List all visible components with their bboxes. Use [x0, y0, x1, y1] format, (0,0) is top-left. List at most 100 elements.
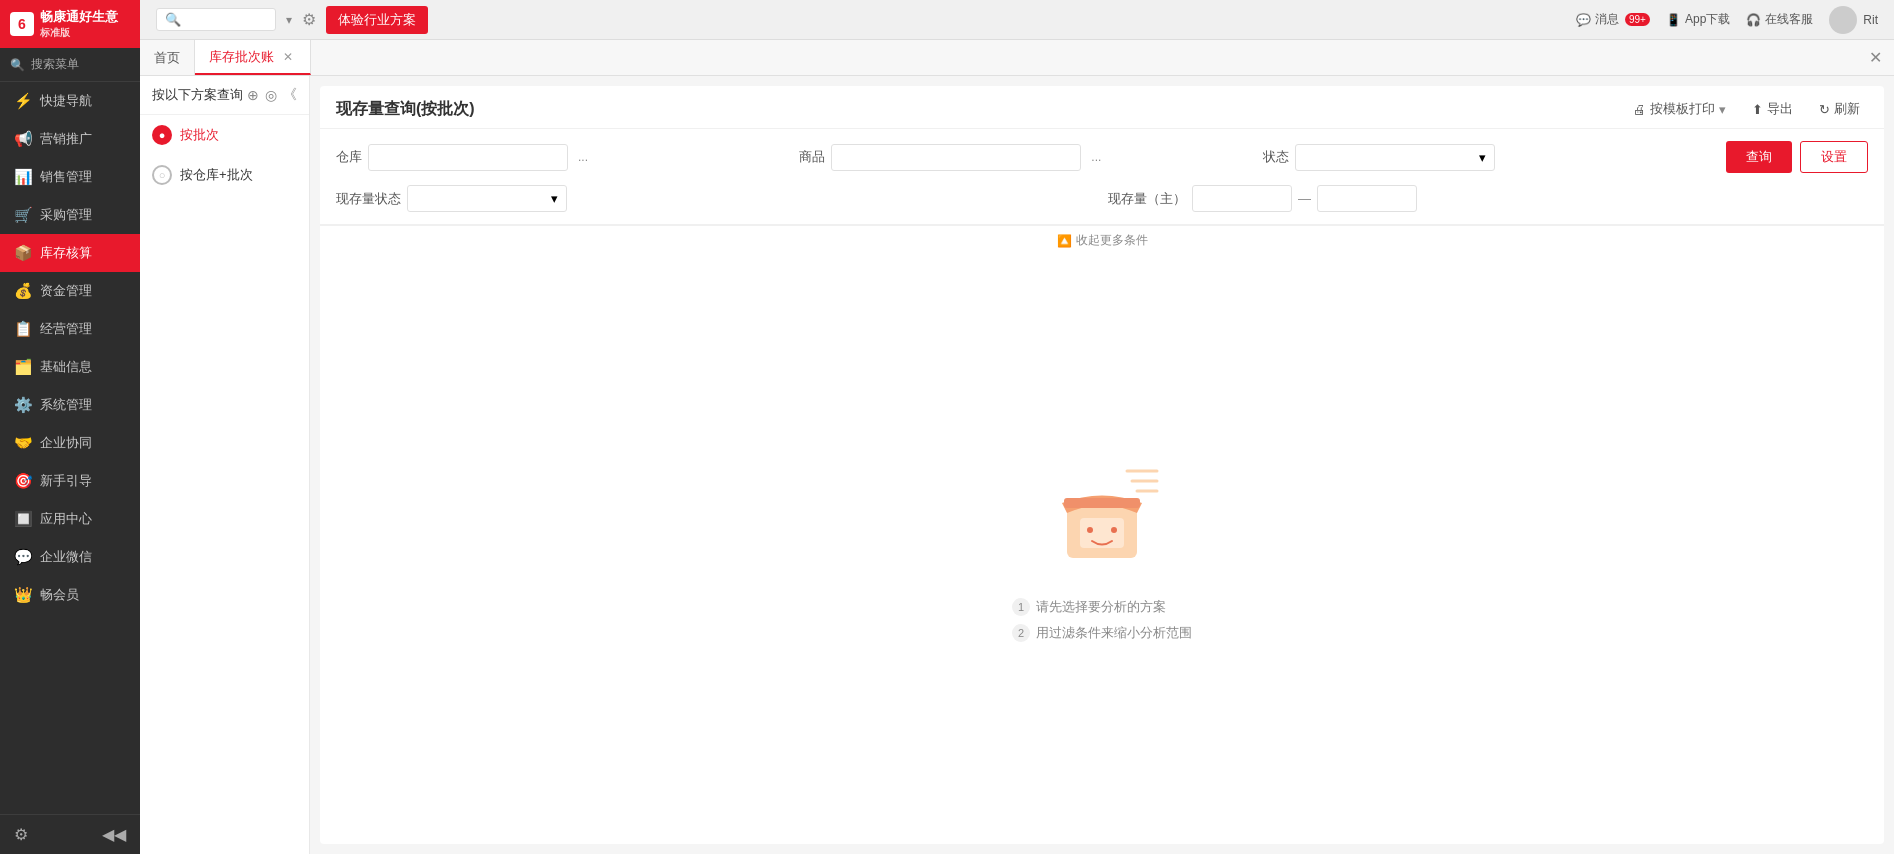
status-dropdown-icon: ▾	[1479, 150, 1486, 165]
export-btn[interactable]: ⬆ 导出	[1744, 96, 1801, 122]
print-label: 按模板打印	[1650, 100, 1715, 118]
print-btn[interactable]: 🖨 按模板打印 ▾	[1625, 96, 1734, 122]
sidebar-item-purchase[interactable]: 🛒 采购管理	[0, 196, 140, 234]
sidebar-item-label: 畅会员	[40, 586, 79, 604]
sidebar-item-marketing[interactable]: 📢 营销推广	[0, 120, 140, 158]
experience-btn[interactable]: 体验行业方案	[326, 6, 428, 34]
purchase-icon: 🛒	[14, 206, 32, 224]
sidebar-item-sales[interactable]: 📊 销售管理	[0, 158, 140, 196]
sidebar-item-basic[interactable]: 🗂️ 基础信息	[0, 348, 140, 386]
page-content: 按以下方案查询 ⊕ ◎ 《 ● 按批次 ○ 按仓库+批次 现存量查询(按批次)	[140, 76, 1894, 854]
filter-action-buttons: 查询 设置	[1726, 141, 1868, 173]
sidebar-item-newbie[interactable]: 🎯 新手引导	[0, 462, 140, 500]
refresh-btn[interactable]: ↻ 刷新	[1811, 96, 1868, 122]
refresh-icon: ↻	[1819, 102, 1830, 117]
tip-text-2: 用过滤条件来缩小分析范围	[1036, 624, 1192, 642]
tab-batch-account[interactable]: 库存批次账 ✕	[195, 40, 311, 75]
sidebar-nav: ⚡ 快捷导航 📢 营销推广 📊 销售管理 🛒 采购管理 📦 库存核算 💰 资金管…	[0, 82, 140, 814]
basic-icon: 🗂️	[14, 358, 32, 376]
messages-label: 消息	[1595, 11, 1619, 28]
sidebar-header: 6 畅康通好生意 标准版	[0, 0, 140, 48]
sidebar-item-member[interactable]: 👑 畅会员	[0, 576, 140, 614]
tab-home[interactable]: 首页	[140, 40, 195, 75]
enterprise-icon: 🤝	[14, 434, 32, 452]
sidebar-item-label: 资金管理	[40, 282, 92, 300]
inventory-amount-min[interactable]	[1192, 185, 1292, 212]
product-more-btn[interactable]: ...	[1087, 150, 1105, 164]
tip-num-2: 2	[1012, 624, 1030, 642]
message-icon: 💬	[1576, 13, 1591, 27]
collapse-bar[interactable]: 🔼 收起更多条件	[320, 225, 1884, 255]
app-download-label: App下载	[1685, 11, 1730, 28]
product-label: 商品	[799, 148, 825, 166]
sidebar-item-label: 基础信息	[40, 358, 92, 376]
wechat-icon: 💬	[14, 548, 32, 566]
sidebar-item-finance[interactable]: 💰 资金管理	[0, 272, 140, 310]
topbar-gear-icon[interactable]: ⚙	[302, 10, 316, 29]
tab-bar: 首页 库存批次账 ✕ ✕	[140, 40, 1894, 76]
tab-home-label: 首页	[154, 49, 180, 67]
warehouse-input[interactable]	[368, 144, 568, 171]
topbar-search-input[interactable]	[187, 13, 267, 27]
messages-btn[interactable]: 💬 消息 99+	[1576, 11, 1650, 28]
empty-state: 1 请先选择要分析的方案 2 用过滤条件来缩小分析范围	[320, 255, 1884, 844]
tab-close-all-icon[interactable]: ✕	[1857, 48, 1894, 67]
sidebar-search-label: 搜索菜单	[31, 56, 79, 73]
query-btn[interactable]: 查询	[1726, 141, 1792, 173]
topbar-dropdown-icon[interactable]: ▾	[286, 13, 292, 27]
sidebar-item-label: 企业协同	[40, 434, 92, 452]
solution-by-warehouse-batch[interactable]: ○ 按仓库+批次	[140, 155, 309, 195]
settings-footer-icon[interactable]: ⚙	[14, 825, 28, 844]
sidebar-item-system[interactable]: ⚙️ 系统管理	[0, 386, 140, 424]
solution-inactive-icon: ○	[152, 165, 172, 185]
collapse-panel-icon[interactable]: 《	[283, 86, 297, 104]
sidebar-search[interactable]: 🔍 搜索菜单	[0, 48, 140, 82]
collapse-sidebar-icon[interactable]: ◀◀	[102, 825, 126, 844]
settings-solution-icon[interactable]: ◎	[265, 87, 277, 103]
topbar-search-icon: 🔍	[165, 12, 181, 27]
user-info[interactable]: Rit	[1829, 6, 1878, 34]
sidebar-item-label: 系统管理	[40, 396, 92, 414]
product-input[interactable]	[831, 144, 1081, 171]
sidebar-footer: ⚙ ◀◀	[0, 814, 140, 854]
sidebar-item-apps[interactable]: 🔲 应用中心	[0, 500, 140, 538]
add-solution-icon[interactable]: ⊕	[247, 87, 259, 103]
app-version: 标准版	[40, 26, 118, 40]
settings-btn[interactable]: 设置	[1800, 141, 1868, 173]
status-dropdown[interactable]: ▾	[1295, 144, 1495, 171]
inventory-status-group: 现存量状态 ▾	[336, 185, 1096, 212]
app-logo: 6	[10, 12, 34, 36]
app-download-btn[interactable]: 📱 App下载	[1666, 11, 1730, 28]
newbie-icon: 🎯	[14, 472, 32, 490]
left-panel-actions: ⊕ ◎ 《	[247, 86, 297, 104]
apps-icon: 🔲	[14, 510, 32, 528]
warehouse-more-btn[interactable]: ...	[574, 150, 592, 164]
sidebar-item-wechat[interactable]: 💬 企业微信	[0, 538, 140, 576]
sidebar-item-label: 经营管理	[40, 320, 92, 338]
company-name: 畅康通好生意	[40, 8, 118, 26]
page-title: 现存量查询(按批次)	[336, 99, 475, 120]
print-dropdown-icon[interactable]: ▾	[1719, 102, 1726, 117]
product-filter-group: 商品 ...	[799, 144, 1250, 171]
solution-by-batch[interactable]: ● 按批次	[140, 115, 309, 155]
topbar-search-area[interactable]: 🔍	[156, 8, 276, 31]
inventory-status-dropdown[interactable]: ▾	[407, 185, 567, 212]
sidebar-item-operation[interactable]: 📋 经营管理	[0, 310, 140, 348]
system-icon: ⚙️	[14, 396, 32, 414]
solution-by-batch-label: 按批次	[180, 126, 219, 144]
user-avatar	[1829, 6, 1857, 34]
search-icon: 🔍	[10, 58, 25, 72]
solution-active-icon: ●	[152, 125, 172, 145]
print-icon: 🖨	[1633, 102, 1646, 117]
online-support-btn[interactable]: 🎧 在线客服	[1746, 11, 1813, 28]
inventory-amount-max[interactable]	[1317, 185, 1417, 212]
sidebar-item-label: 采购管理	[40, 206, 92, 224]
sidebar-item-quick-nav[interactable]: ⚡ 快捷导航	[0, 82, 140, 120]
page-toolbar: 🖨 按模板打印 ▾ ⬆ 导出 ↻ 刷新	[1625, 96, 1868, 122]
sidebar-item-inventory[interactable]: 📦 库存核算	[0, 234, 140, 272]
sidebar-item-label: 快捷导航	[40, 92, 92, 110]
inventory-status-label: 现存量状态	[336, 190, 401, 208]
sidebar-item-enterprise[interactable]: 🤝 企业协同	[0, 424, 140, 462]
status-label: 状态	[1263, 148, 1289, 166]
tab-close-icon[interactable]: ✕	[280, 49, 296, 65]
